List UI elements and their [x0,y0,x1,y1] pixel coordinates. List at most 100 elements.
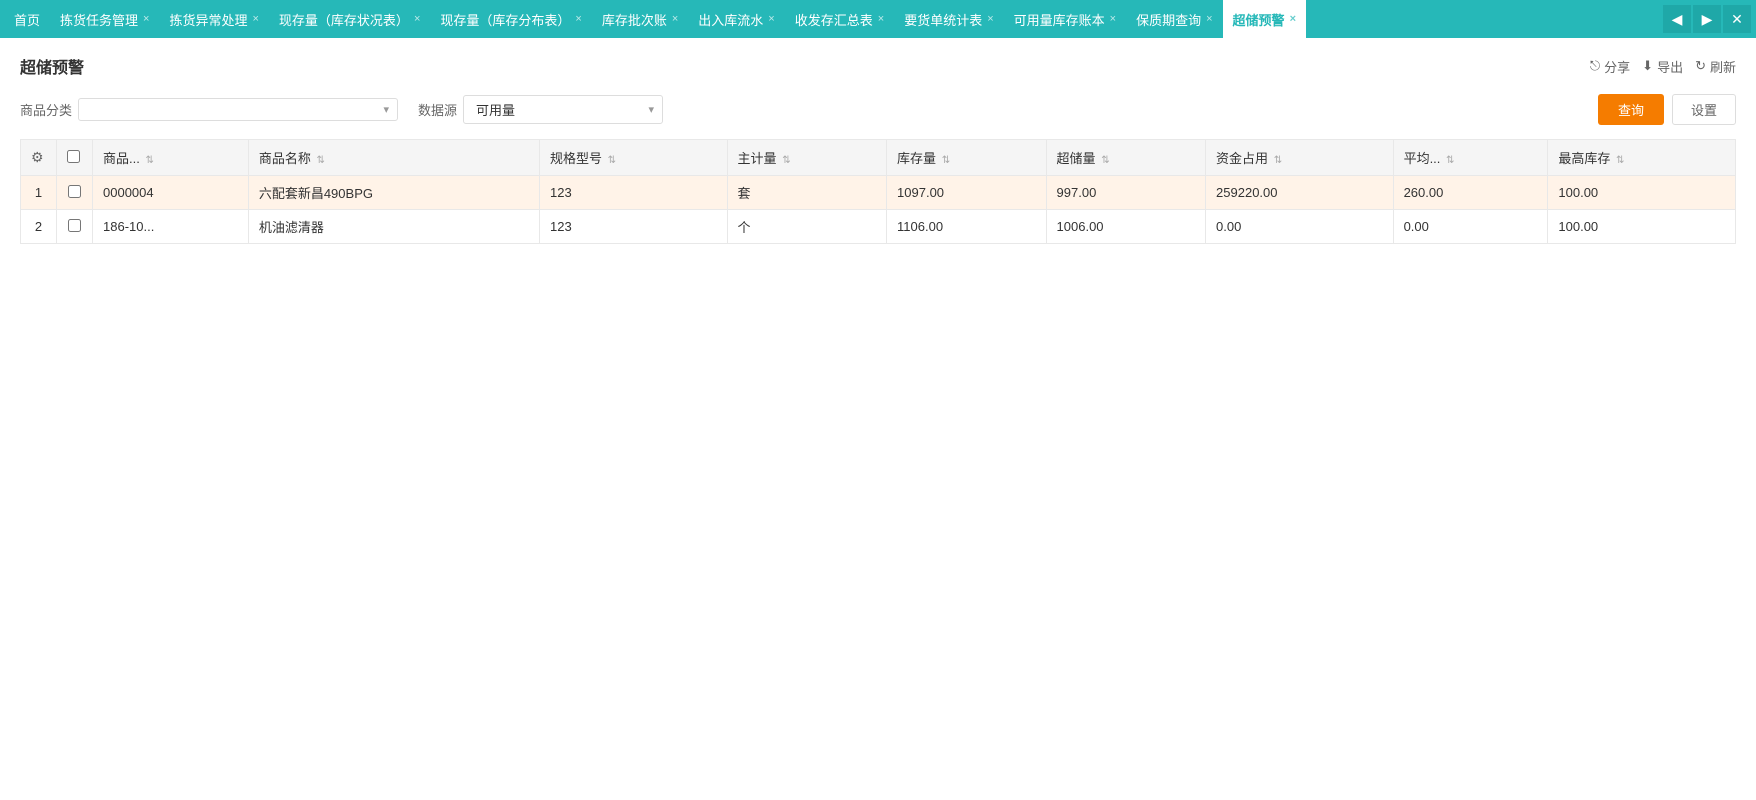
product-category-chevron-icon: ▾ [383,103,389,116]
nav-task-mgmt[interactable]: 拣货任务管理 × [50,0,159,38]
nav-task-mgmt-label: 拣货任务管理 [60,10,138,29]
page-container: 超储预警 ⎋ 分享 ⬇ 导出 ↻ 刷新 商品分类 ▾ 数据源 [0,38,1756,800]
nav-inout-flow[interactable]: 出入库流水 × [688,0,784,38]
settings-button[interactable]: 设置 [1672,94,1736,125]
cell-avg-1: 260.00 [1393,176,1548,210]
col-header-max-stock[interactable]: 最高库存 ⇅ [1548,140,1736,176]
col-product-name-label: 商品名称 [259,151,311,166]
col-product-code-label: 商品... [103,151,140,166]
cell-spec-1: 123 [540,176,728,210]
col-product-name-sort-icon: ⇅ [316,155,324,166]
nav-available-stock-label: 可用量库存账本 [1014,10,1105,29]
nav-summary[interactable]: 收发存汇总表 × [785,0,894,38]
table-header-row: ⚙ 商品... ⇅ 商品名称 ⇅ 规格型号 ⇅ 主计量 [21,140,1736,176]
nav-batch-account-label: 库存批次账 [602,10,667,29]
nav-available-stock[interactable]: 可用量库存账本 × [1004,0,1126,38]
col-header-settings[interactable]: ⚙ [21,140,57,176]
nav-batch-account[interactable]: 库存批次账 × [592,0,688,38]
row-checkbox-1[interactable] [68,185,81,198]
nav-stock-dist-label: 现存量（库存分布表） [440,10,570,29]
nav-stock-status-label: 现存量（库存状况表） [279,10,409,29]
col-header-stock[interactable]: 库存量 ⇅ [887,140,1047,176]
nav-order-stats-close[interactable]: × [987,13,993,25]
nav-close-all-button[interactable]: ✕ [1723,5,1751,33]
table-row: 1 0000004 六配套新昌490BPG 123 套 1097.00 997.… [21,176,1736,210]
refresh-label: 刷新 [1710,57,1736,76]
cell-capital-1: 259220.00 [1206,176,1394,210]
cell-checkbox-1[interactable] [57,176,93,210]
nav-order-stats[interactable]: 要货单统计表 × [894,0,1003,38]
export-icon: ⬇ [1642,58,1653,74]
table-header: ⚙ 商品... ⇅ 商品名称 ⇅ 规格型号 ⇅ 主计量 [21,140,1736,176]
nav-task-mgmt-close[interactable]: × [143,13,149,25]
nav-stock-status[interactable]: 现存量（库存状况表） × [269,0,430,38]
share-button[interactable]: ⎋ 分享 [1590,57,1630,76]
cell-unit-1: 套 [727,176,887,210]
cell-checkbox-2[interactable] [57,210,93,244]
col-avg-sort-icon: ⇅ [1446,155,1454,166]
table-row: 2 186-10... 机油滤清器 123 个 1106.00 1006.00 … [21,210,1736,244]
col-header-avg[interactable]: 平均... ⇅ [1393,140,1548,176]
nav-summary-label: 收发存汇总表 [795,10,873,29]
nav-overflow-warning-close[interactable]: × [1290,13,1296,25]
col-avg-label: 平均... [1404,151,1441,166]
nav-stock-dist-close[interactable]: × [575,13,581,25]
datasource-value: 可用量 [476,100,515,119]
nav-stock-dist[interactable]: 现存量（库存分布表） × [430,0,591,38]
col-overflow-sort-icon: ⇅ [1101,155,1109,166]
top-navigation: 首页 拣货任务管理 × 拣货异常处理 × 现存量（库存状况表） × 现存量（库存… [0,0,1756,38]
col-header-unit[interactable]: 主计量 ⇅ [727,140,887,176]
cell-index-2: 2 [21,210,57,244]
page-header: 超储预警 ⎋ 分享 ⬇ 导出 ↻ 刷新 [20,54,1736,78]
nav-quality-check-label: 保质期查询 [1136,10,1201,29]
col-spec-sort-icon: ⇅ [608,155,616,166]
nav-quality-check[interactable]: 保质期查询 × [1126,0,1222,38]
refresh-button[interactable]: ↻ 刷新 [1695,57,1736,76]
col-overflow-label: 超储量 [1057,151,1096,166]
product-category-label: 商品分类 [20,100,72,119]
nav-exception[interactable]: 拣货异常处理 × [159,0,268,38]
filter-area: 商品分类 ▾ 数据源 可用量 ▾ 查询 设置 [20,94,1736,125]
nav-exception-close[interactable]: × [252,13,258,25]
row-checkbox-2[interactable] [68,219,81,232]
col-header-overflow[interactable]: 超储量 ⇅ [1046,140,1206,176]
select-all-checkbox[interactable] [67,150,80,163]
col-spec-label: 规格型号 [550,151,602,166]
nav-inout-flow-close[interactable]: × [768,13,774,25]
datasource-chevron-icon: ▾ [649,103,655,116]
col-stock-label: 库存量 [897,151,936,166]
product-category-filter: 商品分类 ▾ [20,98,398,121]
nav-overflow-warning[interactable]: 超储预警 × [1223,0,1306,38]
cell-capital-2: 0.00 [1206,210,1394,244]
nav-prev-button[interactable]: ◀ [1663,5,1691,33]
datasource-select[interactable]: 可用量 ▾ [463,95,663,124]
query-button[interactable]: 查询 [1598,94,1664,125]
table-body: 1 0000004 六配套新昌490BPG 123 套 1097.00 997.… [21,176,1736,244]
cell-stock-2: 1106.00 [887,210,1047,244]
col-header-product-code[interactable]: 商品... ⇅ [93,140,249,176]
cell-stock-1: 1097.00 [887,176,1047,210]
col-header-product-name[interactable]: 商品名称 ⇅ [248,140,539,176]
nav-overflow-warning-label: 超储预警 [1233,10,1285,29]
nav-arrows: ◀ ▶ ✕ [1662,5,1752,33]
refresh-icon: ↻ [1695,58,1706,74]
col-header-capital[interactable]: 资金占用 ⇅ [1206,140,1394,176]
share-label: 分享 [1604,57,1630,76]
share-icon: ⎋ [1590,58,1600,74]
nav-home[interactable]: 首页 [4,0,50,38]
nav-batch-account-close[interactable]: × [672,13,678,25]
nav-stock-status-close[interactable]: × [414,13,420,25]
nav-available-stock-close[interactable]: × [1110,13,1116,25]
product-category-select[interactable]: ▾ [78,98,398,121]
cell-spec-2: 123 [540,210,728,244]
nav-quality-check-close[interactable]: × [1206,13,1212,25]
col-stock-sort-icon: ⇅ [942,155,950,166]
col-capital-sort-icon: ⇅ [1274,155,1282,166]
nav-summary-close[interactable]: × [878,13,884,25]
cell-max-stock-2: 100.00 [1548,210,1736,244]
nav-inout-flow-label: 出入库流水 [698,10,763,29]
nav-next-button[interactable]: ▶ [1693,5,1721,33]
col-header-checkbox[interactable] [57,140,93,176]
col-header-spec[interactable]: 规格型号 ⇅ [540,140,728,176]
export-button[interactable]: ⬇ 导出 [1642,57,1683,76]
